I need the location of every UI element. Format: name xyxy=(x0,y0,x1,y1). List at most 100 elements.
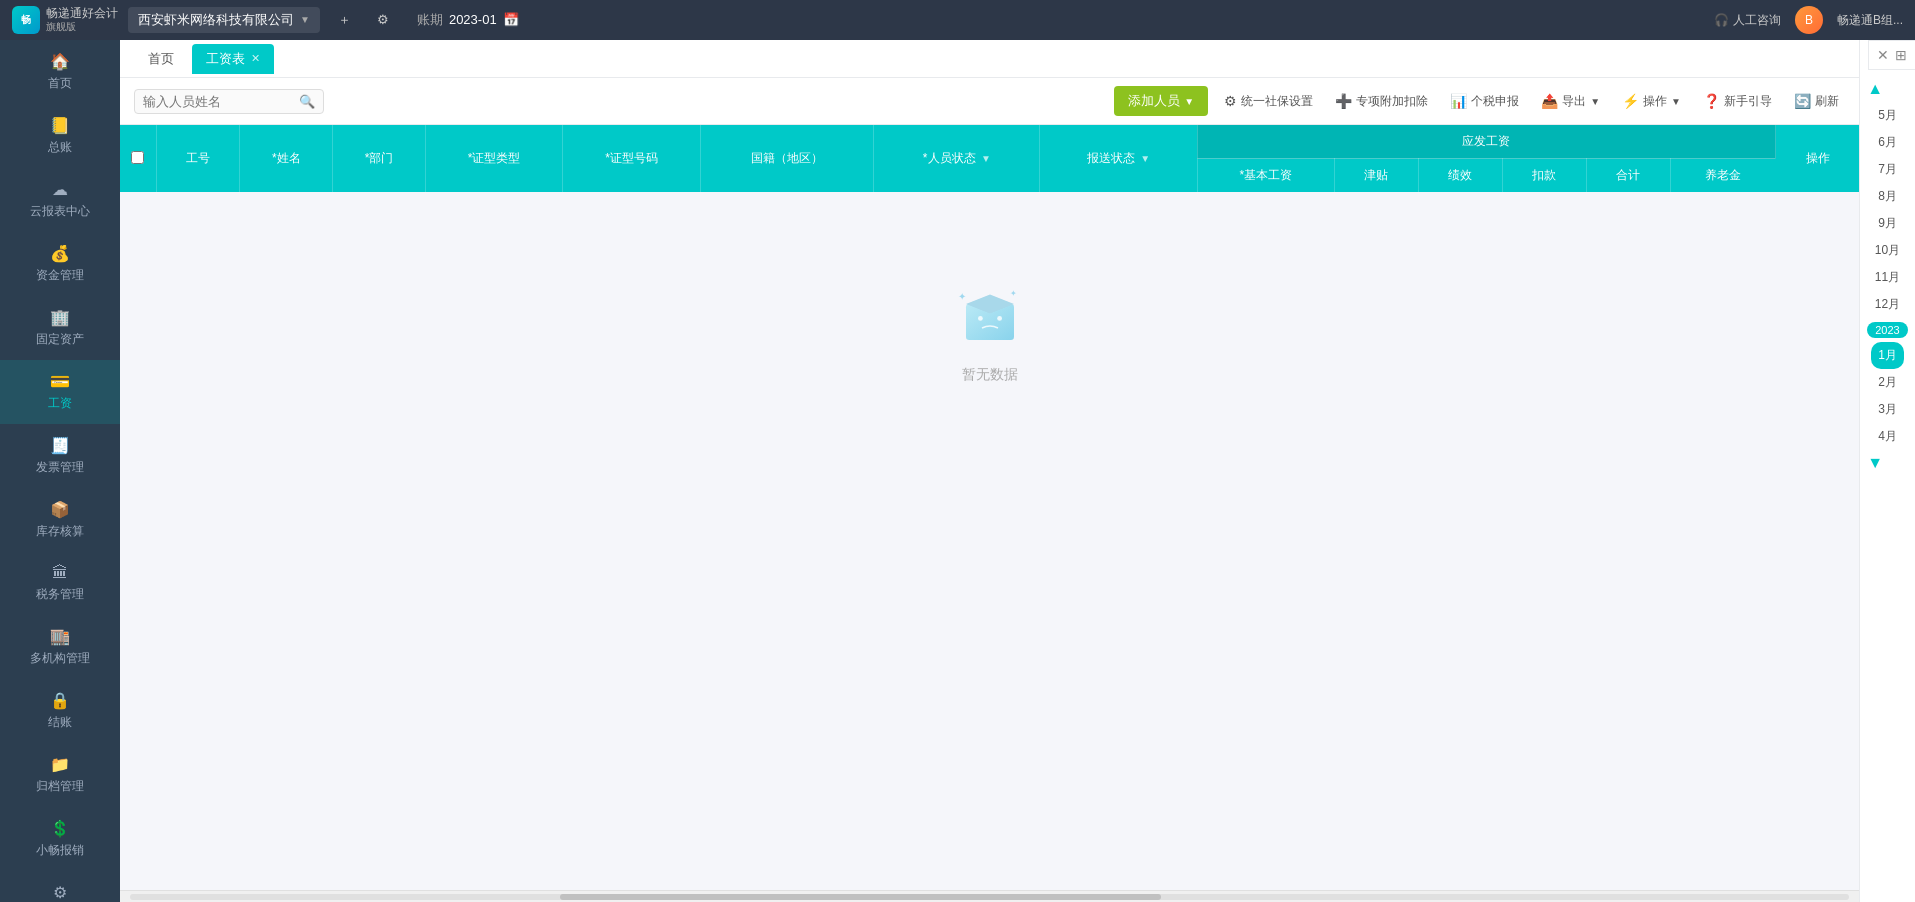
ledger-icon: 📒 xyxy=(50,116,70,135)
sidebar-item-invoice[interactable]: 🧾 发票管理 xyxy=(0,424,120,488)
month-12[interactable]: 12月 xyxy=(1867,291,1907,318)
export-label: 导出 xyxy=(1562,93,1586,110)
th-name: *姓名 xyxy=(240,125,333,192)
social-settings-btn[interactable]: ⚙ 统一社保设置 xyxy=(1218,89,1319,114)
header-left: 畅 畅递通好会计 旗舰版 西安虾米网络科技有限公司 ▼ ＋ ⚙ 账期 2023-… xyxy=(12,6,519,34)
status-filter-icon[interactable]: ▼ xyxy=(981,153,991,164)
service-btn[interactable]: 🎧 人工咨询 xyxy=(1714,12,1781,29)
sidebar-item-settings[interactable]: ⚙ 基础设置 xyxy=(0,871,120,902)
settings-btn[interactable]: ⚙ xyxy=(369,8,397,31)
search-input[interactable] xyxy=(143,94,293,109)
add-person-label: 添加人员 xyxy=(1128,92,1180,110)
export-icon: 📤 xyxy=(1541,93,1558,109)
sidebar-item-ledger[interactable]: 📒 总账 xyxy=(0,104,120,168)
empty-row: ✦ ✦ 暂无数据 xyxy=(120,192,1859,464)
top-header: 畅 畅递通好会计 旗舰版 西安虾米网络科技有限公司 ▼ ＋ ⚙ 账期 2023-… xyxy=(0,0,1915,40)
sidebar-item-home[interactable]: 🏠 首页 xyxy=(0,40,120,104)
sidebar-label-tax: 税务管理 xyxy=(36,586,84,603)
tab-payroll[interactable]: 工资表 ✕ xyxy=(192,44,274,74)
export-btn[interactable]: 📤 导出 ▼ xyxy=(1535,89,1606,114)
add-person-btn[interactable]: 添加人员 ▼ xyxy=(1114,86,1208,116)
tab-close-icon[interactable]: ✕ xyxy=(251,52,260,65)
app-subtitle: 旗舰版 xyxy=(46,20,118,34)
newbie-guide-btn[interactable]: ❓ 新手引导 xyxy=(1697,89,1778,114)
operations-label: 操作 xyxy=(1643,93,1667,110)
operations-btn[interactable]: ⚡ 操作 ▼ xyxy=(1616,89,1687,114)
service-label: 人工咨询 xyxy=(1733,12,1781,29)
sidebar-label-ledger: 总账 xyxy=(48,139,72,156)
sidebar-label-home: 首页 xyxy=(48,75,72,92)
month-3[interactable]: 3月 xyxy=(1867,396,1907,423)
month-2[interactable]: 2月 xyxy=(1867,369,1907,396)
personal-tax-label: 个税申报 xyxy=(1471,93,1519,110)
right-date-panel: ✕ ⊞ ▲ 5月 6月 7月 8月 9月 10月 11月 12月 2023 1月… xyxy=(1859,40,1915,902)
sidebar: 🏠 首页 📒 总账 ☁ 云报表中心 💰 资金管理 🏢 固定资产 💳 工资 🧾 发… xyxy=(0,40,120,902)
home-icon: 🏠 xyxy=(50,52,70,71)
payroll-icon: 💳 xyxy=(50,372,70,391)
sidebar-item-multi[interactable]: 🏬 多机构管理 xyxy=(0,615,120,679)
cloud-icon: ☁ xyxy=(52,180,68,199)
period-calendar-icon[interactable]: 📅 xyxy=(503,12,519,27)
month-11[interactable]: 11月 xyxy=(1867,264,1907,291)
th-dept: *部门 xyxy=(333,125,426,192)
sidebar-item-archive[interactable]: 📁 归档管理 xyxy=(0,743,120,807)
scroll-track[interactable] xyxy=(130,894,1849,900)
special-deduct-label: 专项附加扣除 xyxy=(1356,93,1428,110)
scroll-bar-area xyxy=(120,890,1859,902)
sidebar-item-expense[interactable]: 💲 小畅报销 xyxy=(0,807,120,871)
month-7[interactable]: 7月 xyxy=(1867,156,1907,183)
sidebar-item-payroll[interactable]: 💳 工资 xyxy=(0,360,120,424)
month-8[interactable]: 8月 xyxy=(1867,183,1907,210)
service-icon: 🎧 xyxy=(1714,13,1729,27)
main-layout: 🏠 首页 📒 总账 ☁ 云报表中心 💰 资金管理 🏢 固定资产 💳 工资 🧾 发… xyxy=(0,40,1915,902)
empty-text: 暂无数据 xyxy=(962,366,1018,384)
up-arrow-btn[interactable]: ▲ xyxy=(1867,76,1907,102)
month-4[interactable]: 4月 xyxy=(1867,423,1907,450)
tax-icon: 🏛 xyxy=(52,564,68,582)
sidebar-label-payroll: 工资 xyxy=(48,395,72,412)
sidebar-item-assets[interactable]: 🏢 固定资产 xyxy=(0,296,120,360)
select-all-checkbox[interactable] xyxy=(131,151,144,164)
table-header-row-1: 工号 *姓名 *部门 *证型类型 *证型号码 国籍（地区） *人员状态 ▼ 报送… xyxy=(120,125,1859,159)
toolbar: 🔍 添加人员 ▼ ⚙ 统一社保设置 ➕ 专项附加扣除 📊 个税申 xyxy=(120,78,1859,125)
refresh-icon: 🔄 xyxy=(1794,93,1811,109)
close-panel-icon[interactable]: ✕ xyxy=(1877,47,1889,63)
refresh-label: 刷新 xyxy=(1815,93,1839,110)
user-name[interactable]: 畅递通B组... xyxy=(1837,12,1903,29)
add-company-btn[interactable]: ＋ xyxy=(330,7,359,33)
month-1[interactable]: 1月 xyxy=(1871,342,1903,369)
table-container: 工号 *姓名 *部门 *证型类型 *证型号码 国籍（地区） *人员状态 ▼ 报送… xyxy=(120,125,1859,890)
tab-home-label: 首页 xyxy=(148,50,174,68)
expense-icon: 💲 xyxy=(50,819,70,838)
th-id-number: *证型号码 xyxy=(563,125,700,192)
date-panel-content: ▲ 5月 6月 7月 8月 9月 10月 11月 12月 2023 1月 2月 … xyxy=(1867,76,1907,476)
refresh-btn[interactable]: 🔄 刷新 xyxy=(1788,89,1845,114)
personal-tax-btn[interactable]: 📊 个税申报 xyxy=(1444,89,1525,114)
sidebar-label-assets: 固定资产 xyxy=(36,331,84,348)
scroll-thumb[interactable] xyxy=(560,894,1162,900)
th-salary-group: 应发工资 xyxy=(1197,125,1776,159)
sidebar-item-close[interactable]: 🔒 结账 xyxy=(0,679,120,743)
sidebar-item-inventory[interactable]: 📦 库存核算 xyxy=(0,488,120,552)
fund-icon: 💰 xyxy=(50,244,70,263)
svg-text:✦: ✦ xyxy=(958,291,966,302)
tab-home[interactable]: 首页 xyxy=(134,44,188,74)
newbie-guide-icon: ❓ xyxy=(1703,93,1720,109)
down-arrow-btn[interactable]: ▼ xyxy=(1867,450,1907,476)
month-10[interactable]: 10月 xyxy=(1867,237,1907,264)
month-5[interactable]: 5月 xyxy=(1867,102,1907,129)
sidebar-item-tax[interactable]: 🏛 税务管理 xyxy=(0,552,120,615)
month-6[interactable]: 6月 xyxy=(1867,129,1907,156)
tab-bar: 首页 工资表 ✕ xyxy=(120,40,1859,78)
expand-panel-icon[interactable]: ⊞ xyxy=(1895,47,1907,63)
month-9[interactable]: 9月 xyxy=(1867,210,1907,237)
content-area: 首页 工资表 ✕ 🔍 添加人员 ▼ ⚙ xyxy=(120,40,1859,902)
sidebar-item-fund[interactable]: 💰 资金管理 xyxy=(0,232,120,296)
th-nationality: 国籍（地区） xyxy=(700,125,874,192)
social-settings-icon: ⚙ xyxy=(1224,93,1237,109)
report-filter-icon[interactable]: ▼ xyxy=(1140,153,1150,164)
tab-payroll-label: 工资表 xyxy=(206,50,245,68)
sidebar-item-cloud[interactable]: ☁ 云报表中心 xyxy=(0,168,120,232)
special-deduct-btn[interactable]: ➕ 专项附加扣除 xyxy=(1329,89,1434,114)
company-selector[interactable]: 西安虾米网络科技有限公司 ▼ xyxy=(128,7,320,33)
